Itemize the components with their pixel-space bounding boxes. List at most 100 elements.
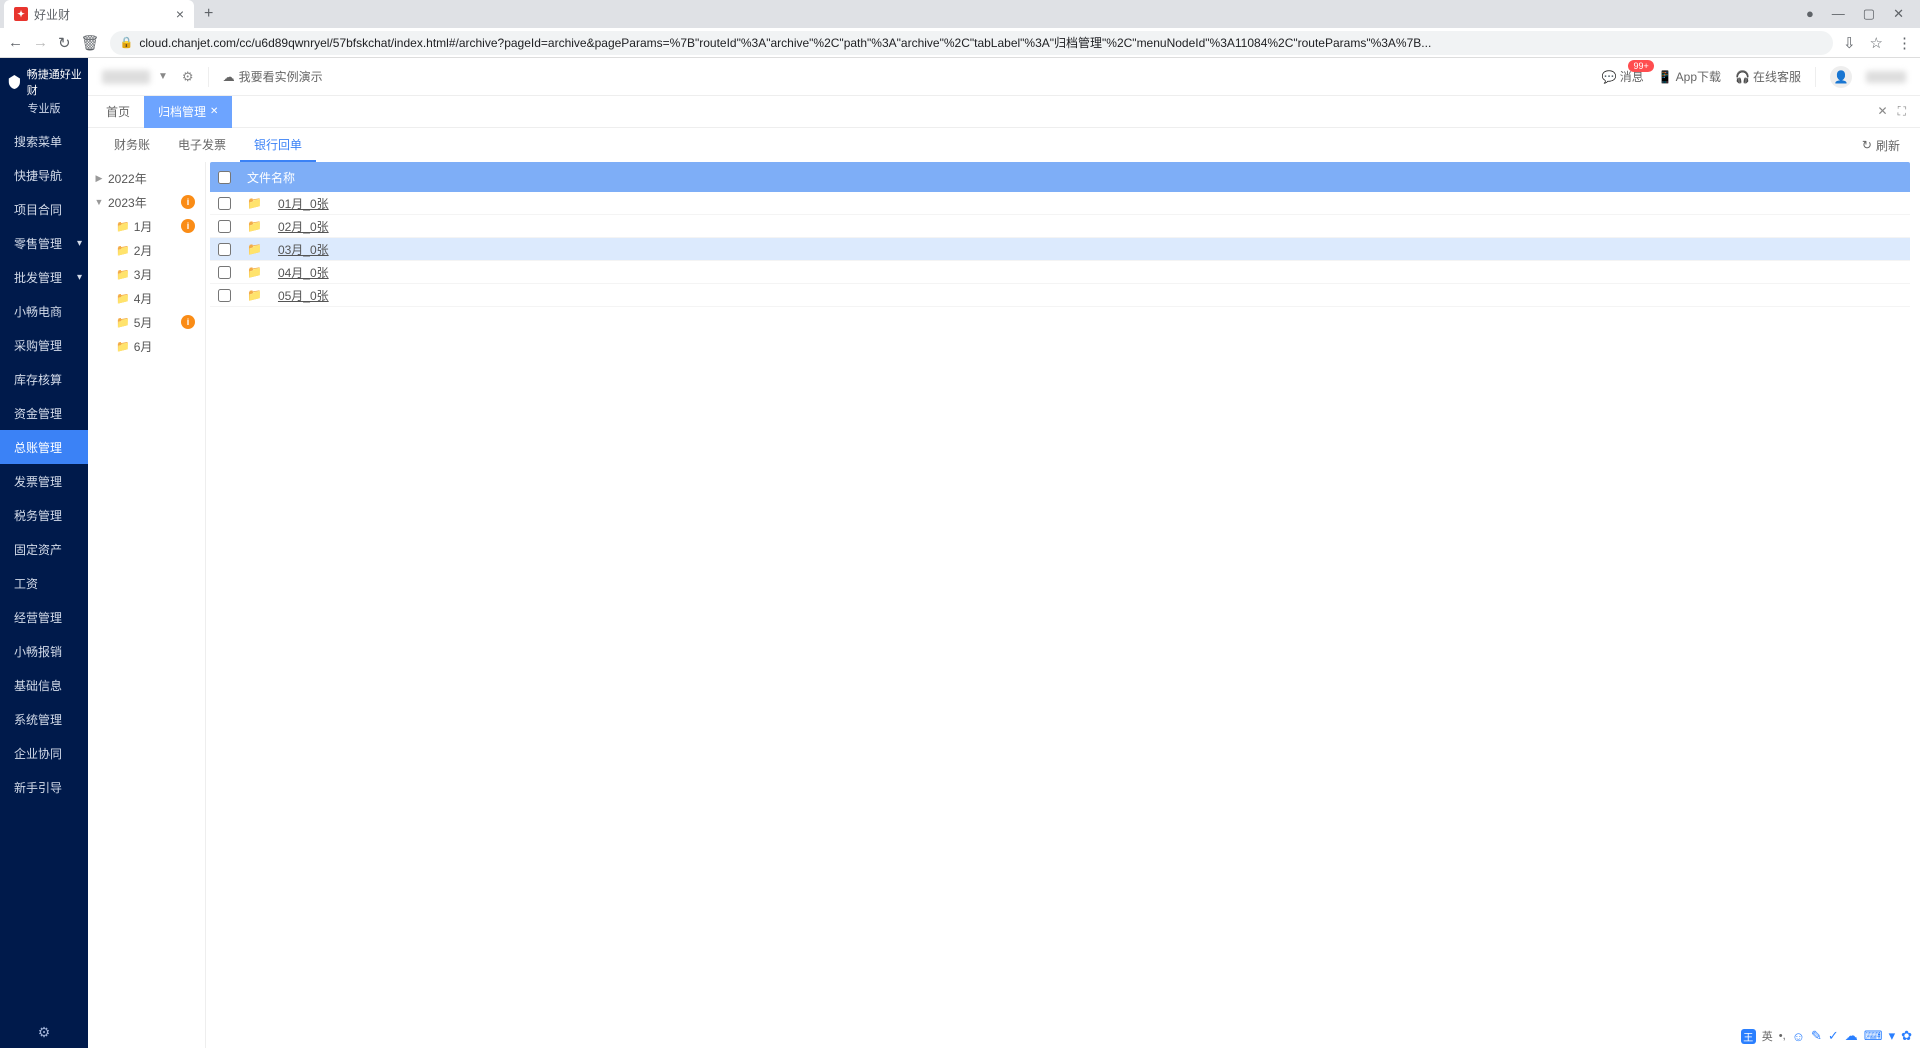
- ime-keyboard-icon[interactable]: ⌨: [1864, 1028, 1883, 1044]
- sidebar-item-14[interactable]: 经营管理: [0, 600, 88, 634]
- sub-tab-invoice[interactable]: 电子发票: [164, 128, 240, 162]
- row-checkbox[interactable]: [218, 289, 231, 302]
- menu-icon[interactable]: ⋮: [1897, 34, 1912, 52]
- close-tab-icon[interactable]: ✕: [210, 106, 218, 117]
- table-row[interactable]: 📁05月_0张: [210, 284, 1910, 307]
- sidebar-item-label: 小畅电商: [14, 303, 62, 320]
- sidebar-item-15[interactable]: 小畅报销: [0, 634, 88, 668]
- ime-smile-icon[interactable]: ☺: [1792, 1029, 1805, 1044]
- sidebar-item-17[interactable]: 系统管理: [0, 702, 88, 736]
- sidebar-item-6[interactable]: 采购管理: [0, 328, 88, 362]
- select-all-checkbox[interactable]: [218, 171, 231, 184]
- back-button[interactable]: ←: [8, 34, 23, 51]
- minimize-button[interactable]: —: [1832, 6, 1845, 22]
- ime-mic-icon[interactable]: ✓: [1828, 1028, 1839, 1044]
- ime-char-button[interactable]: 王: [1741, 1029, 1756, 1044]
- sidebar-item-8[interactable]: 资金管理: [0, 396, 88, 430]
- org-selector[interactable]: ▼: [102, 70, 168, 84]
- table-row[interactable]: 📁04月_0张: [210, 261, 1910, 284]
- ime-punct-icon[interactable]: •,: [1779, 1030, 1786, 1042]
- chevron-down-icon: ▾: [77, 238, 82, 249]
- sidebar-item-12[interactable]: 固定资产: [0, 532, 88, 566]
- ime-down-icon[interactable]: ▾: [1889, 1028, 1896, 1044]
- table-row[interactable]: 📁03月_0张: [210, 238, 1910, 261]
- tree-month-3[interactable]: 📁3月: [94, 262, 199, 286]
- app-download-link[interactable]: 📱 App下载: [1658, 68, 1721, 85]
- file-name-link[interactable]: 01月_0张: [278, 195, 329, 212]
- ime-cloud-icon[interactable]: ☁: [1845, 1028, 1858, 1044]
- sub-tab-bank[interactable]: 银行回单: [240, 128, 316, 162]
- file-name-link[interactable]: 04月_0张: [278, 264, 329, 281]
- headset-icon: 🎧: [1735, 70, 1750, 84]
- sidebar-item-13[interactable]: 工资: [0, 566, 88, 600]
- star-icon[interactable]: ☆: [1870, 34, 1883, 52]
- table-row[interactable]: 📁02月_0张: [210, 215, 1910, 238]
- org-gear-icon[interactable]: ⚙: [182, 69, 194, 85]
- sidebar-settings-button[interactable]: ⚙: [0, 1016, 88, 1048]
- message-link[interactable]: 💬 消息 99+: [1602, 68, 1644, 85]
- sidebar-item-19[interactable]: 新手引导: [0, 770, 88, 804]
- sidebar-logo: 畅捷通好业财 专业版: [0, 58, 88, 124]
- fullscreen-icon[interactable]: ⛶: [1898, 104, 1906, 119]
- refresh-button[interactable]: ↻ 刷新: [1862, 137, 1908, 154]
- tree-year-2022[interactable]: ▶ 2022年: [94, 166, 199, 190]
- sidebar-item-11[interactable]: 税务管理: [0, 498, 88, 532]
- divider: [1815, 67, 1816, 87]
- ime-edit-icon[interactable]: ✎: [1811, 1028, 1822, 1044]
- browser-tab[interactable]: ✦ 好业财 ×: [4, 0, 194, 28]
- sidebar-item-10[interactable]: 发票管理: [0, 464, 88, 498]
- tree-month-4[interactable]: 📁4月: [94, 286, 199, 310]
- row-checkbox[interactable]: [218, 243, 231, 256]
- sidebar-item-4[interactable]: 批发管理▾: [0, 260, 88, 294]
- ime-lang-button[interactable]: 英: [1762, 1028, 1773, 1044]
- row-checkbox[interactable]: [218, 266, 231, 279]
- divider: [208, 67, 209, 87]
- sidebar-item-label: 税务管理: [14, 507, 62, 524]
- service-link[interactable]: 🎧 在线客服: [1735, 68, 1801, 85]
- sidebar-item-label: 采购管理: [14, 337, 62, 354]
- sidebar-item-1[interactable]: 快捷导航: [0, 158, 88, 192]
- delete-icon[interactable]: 🗑: [81, 34, 100, 52]
- row-checkbox[interactable]: [218, 220, 231, 233]
- sidebar-item-5[interactable]: 小畅电商: [0, 294, 88, 328]
- ime-gear-icon[interactable]: ✿: [1901, 1028, 1912, 1044]
- tree-month-1[interactable]: 📁1月i: [94, 214, 199, 238]
- user-avatar[interactable]: 👤: [1830, 66, 1852, 88]
- sidebar-item-2[interactable]: 项目合同: [0, 192, 88, 226]
- file-name-link[interactable]: 02月_0张: [278, 218, 329, 235]
- sidebar-item-label: 零售管理: [14, 235, 62, 252]
- forward-button[interactable]: →: [33, 34, 48, 51]
- install-icon[interactable]: ⇩: [1843, 34, 1856, 52]
- page-tab-archive[interactable]: 归档管理 ✕: [144, 96, 232, 128]
- sub-tab-finance[interactable]: 财务账: [100, 128, 164, 162]
- table-row[interactable]: 📁01月_0张: [210, 192, 1910, 215]
- row-checkbox[interactable]: [218, 197, 231, 210]
- maximize-button[interactable]: ▢: [1863, 6, 1875, 22]
- file-name-link[interactable]: 03月_0张: [278, 241, 329, 258]
- tree-year-2023-label: 2023年: [108, 194, 147, 211]
- sidebar-item-3[interactable]: 零售管理 ▾: [0, 226, 88, 260]
- sidebar-item-9[interactable]: 总账管理: [0, 430, 88, 464]
- close-all-icon[interactable]: ✕: [1878, 104, 1888, 119]
- lock-icon: 🔒: [120, 36, 134, 49]
- tree-year-2023[interactable]: ▼ 2023年 i: [94, 190, 199, 214]
- sidebar-item-0[interactable]: 搜索菜单: [0, 124, 88, 158]
- reload-button[interactable]: ↻: [58, 34, 71, 52]
- tree-month-5[interactable]: 📁5月i: [94, 310, 199, 334]
- sidebar-item-16[interactable]: 基础信息: [0, 668, 88, 702]
- close-window-button[interactable]: ✕: [1893, 6, 1904, 22]
- tab-close-icon[interactable]: ×: [176, 6, 184, 22]
- file-name-link[interactable]: 05月_0张: [278, 287, 329, 304]
- content: ▼ ⚙ ☁ 我要看实例演示 💬 消息 99+ 📱 App下载 🎧: [88, 58, 1920, 1048]
- demo-link[interactable]: ☁ 我要看实例演示: [223, 68, 323, 85]
- address-bar[interactable]: 🔒 cloud.chanjet.com/cc/u6d89qwnryel/57bf…: [110, 31, 1833, 55]
- page-tab-home[interactable]: 首页: [92, 96, 144, 128]
- url-text: cloud.chanjet.com/cc/u6d89qwnryel/57bfsk…: [139, 34, 1431, 51]
- account-icon[interactable]: ●: [1806, 6, 1814, 22]
- new-tab-button[interactable]: +: [194, 5, 223, 23]
- tree-month-2[interactable]: 📁2月: [94, 238, 199, 262]
- sidebar-item-7[interactable]: 库存核算: [0, 362, 88, 396]
- sidebar-item-18[interactable]: 企业协同: [0, 736, 88, 770]
- tree-month-6[interactable]: 📁6月: [94, 334, 199, 358]
- tree-year-2022-label: 2022年: [108, 170, 147, 187]
